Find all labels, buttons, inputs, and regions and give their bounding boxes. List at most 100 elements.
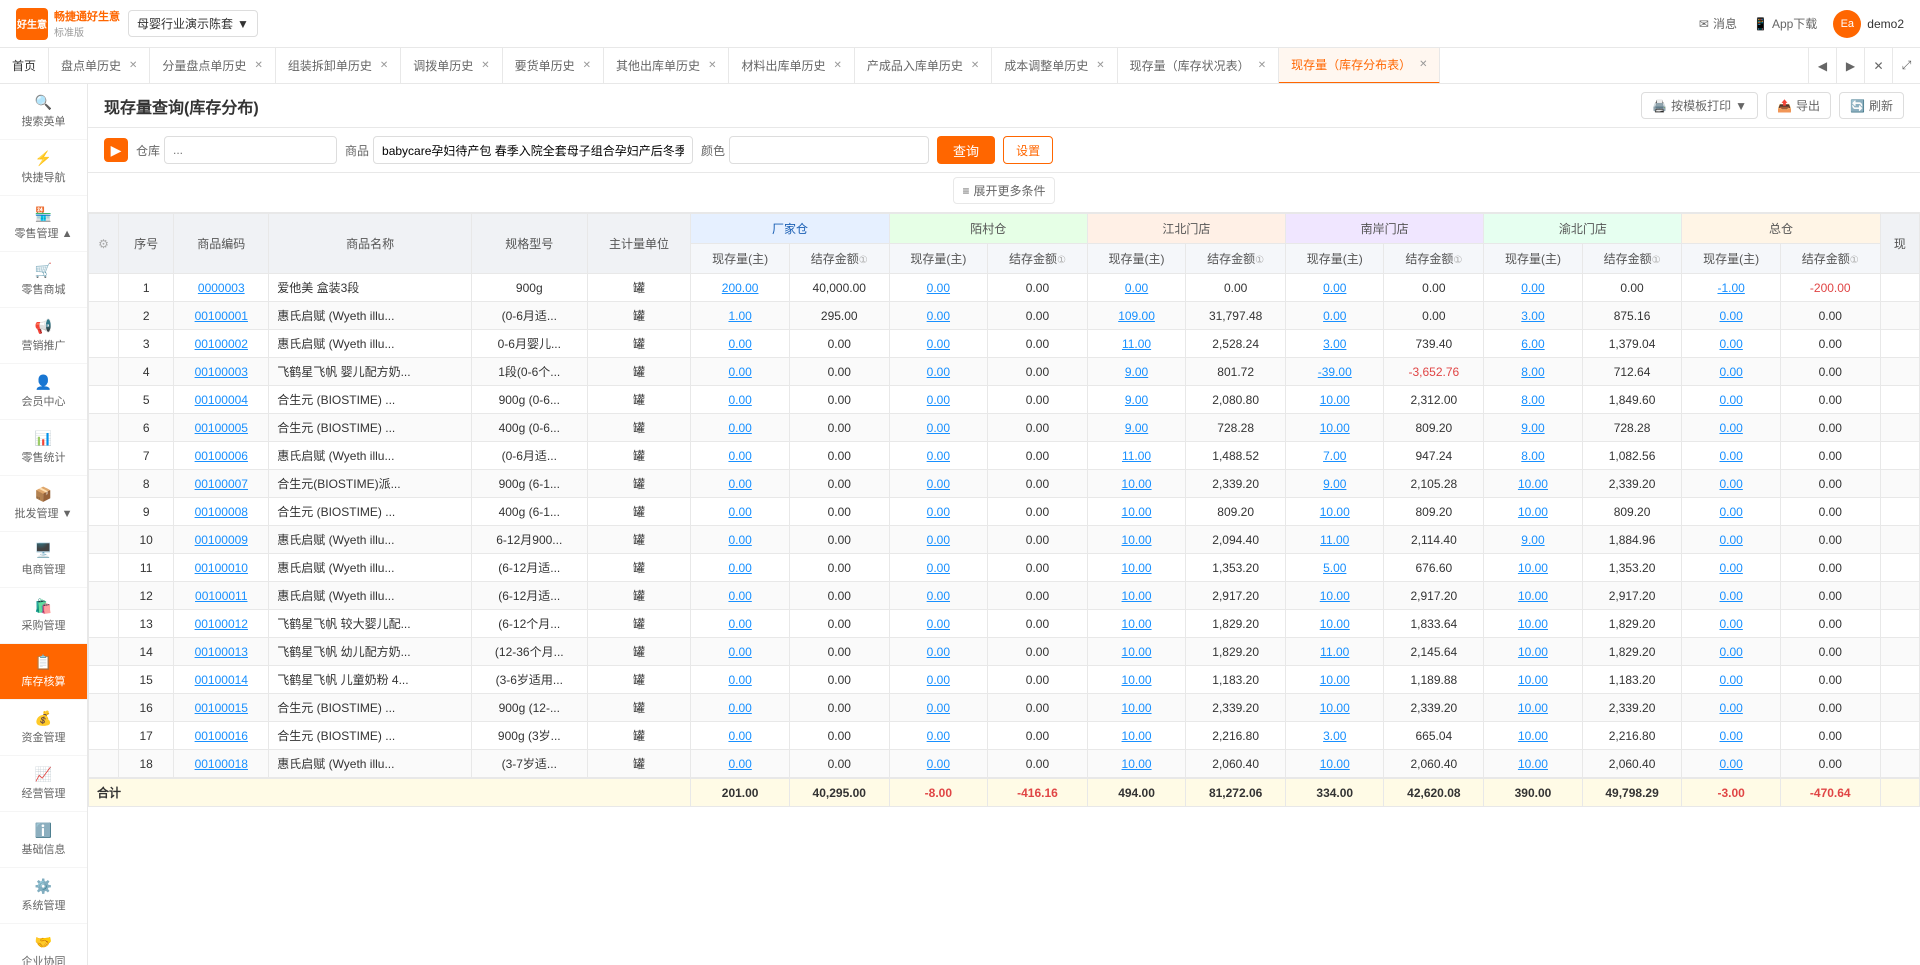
row-mocun-qty[interactable]: 0.00 xyxy=(889,414,987,442)
row-code[interactable]: 00100015 xyxy=(174,694,269,722)
filter-toggle-btn[interactable]: ▶ xyxy=(104,138,128,162)
row-factory-qty[interactable]: 0.00 xyxy=(691,442,789,470)
row-total-qty[interactable]: 0.00 xyxy=(1682,666,1780,694)
row-nanan-qty[interactable]: 3.00 xyxy=(1286,722,1384,750)
close-icon[interactable]: ✕ xyxy=(380,60,388,71)
row-mocun-qty[interactable]: 0.00 xyxy=(889,750,987,779)
close-icon[interactable]: ✕ xyxy=(708,60,716,71)
row-jiangbei-qty[interactable]: 10.00 xyxy=(1087,526,1185,554)
nav-expand-btn[interactable]: ⤢ xyxy=(1892,48,1920,84)
row-total-qty[interactable]: 0.00 xyxy=(1682,582,1780,610)
sidebar-item-wholesale[interactable]: 📦 批发管理 ▼ xyxy=(0,476,87,532)
sidebar-item-retail-stats[interactable]: 📊 零售统计 xyxy=(0,420,87,476)
tab-other-out[interactable]: 其他出库单历史 ✕ xyxy=(604,48,729,84)
row-nanan-qty[interactable]: 5.00 xyxy=(1286,554,1384,582)
sidebar-item-ecom[interactable]: 🖥️ 电商管理 xyxy=(0,532,87,588)
close-icon[interactable]: ✕ xyxy=(833,60,841,71)
row-jiangbei-qty[interactable]: 10.00 xyxy=(1087,554,1185,582)
sidebar-item-biz[interactable]: 📈 经营管理 xyxy=(0,756,87,812)
row-factory-qty[interactable]: 0.00 xyxy=(691,694,789,722)
row-mocun-qty[interactable]: 0.00 xyxy=(889,582,987,610)
row-factory-qty[interactable]: 200.00 xyxy=(691,274,789,302)
settings-btn[interactable]: 设置 xyxy=(1003,136,1053,164)
row-yubei-qty[interactable]: 10.00 xyxy=(1484,554,1582,582)
row-code[interactable]: 0000003 xyxy=(174,274,269,302)
row-factory-qty[interactable]: 0.00 xyxy=(691,498,789,526)
message-btn[interactable]: ✉ 消息 xyxy=(1699,15,1737,32)
row-nanan-qty[interactable]: 10.00 xyxy=(1286,414,1384,442)
row-mocun-qty[interactable]: 0.00 xyxy=(889,358,987,386)
row-total-qty[interactable]: 0.00 xyxy=(1682,610,1780,638)
row-nanan-qty[interactable]: 10.00 xyxy=(1286,498,1384,526)
export-btn[interactable]: 📤 导出 xyxy=(1766,92,1831,119)
row-nanan-qty[interactable]: 10.00 xyxy=(1286,694,1384,722)
tab-requisition[interactable]: 要货单历史 ✕ xyxy=(503,48,604,84)
row-factory-qty[interactable]: 0.00 xyxy=(691,666,789,694)
row-jiangbei-qty[interactable]: 9.00 xyxy=(1087,414,1185,442)
row-factory-qty[interactable]: 0.00 xyxy=(691,526,789,554)
row-yubei-qty[interactable]: 6.00 xyxy=(1484,330,1582,358)
row-total-qty[interactable]: 0.00 xyxy=(1682,442,1780,470)
row-code[interactable]: 00100014 xyxy=(174,666,269,694)
row-total-qty[interactable]: 0.00 xyxy=(1682,694,1780,722)
row-jiangbei-qty[interactable]: 10.00 xyxy=(1087,610,1185,638)
row-mocun-qty[interactable]: 0.00 xyxy=(889,526,987,554)
close-icon[interactable]: ✕ xyxy=(1258,60,1266,71)
row-jiangbei-qty[interactable]: 9.00 xyxy=(1087,358,1185,386)
sidebar-item-collab[interactable]: 🤝 企业协同 xyxy=(0,924,87,965)
row-code[interactable]: 00100011 xyxy=(174,582,269,610)
close-icon[interactable]: ✕ xyxy=(129,60,137,71)
sidebar-item-inventory[interactable]: 📋 库存核算 xyxy=(0,644,87,700)
close-icon[interactable]: ✕ xyxy=(254,60,262,71)
row-nanan-qty[interactable]: 9.00 xyxy=(1286,470,1384,498)
row-mocun-qty[interactable]: 0.00 xyxy=(889,470,987,498)
row-nanan-qty[interactable]: 10.00 xyxy=(1286,666,1384,694)
query-btn[interactable]: 查询 xyxy=(937,136,995,164)
refresh-btn[interactable]: 🔄 刷新 xyxy=(1839,92,1904,119)
row-nanan-qty[interactable]: -39.00 xyxy=(1286,358,1384,386)
row-factory-qty[interactable]: 0.00 xyxy=(691,386,789,414)
row-yubei-qty[interactable]: 8.00 xyxy=(1484,358,1582,386)
row-nanan-qty[interactable]: 11.00 xyxy=(1286,638,1384,666)
row-jiangbei-qty[interactable]: 10.00 xyxy=(1087,694,1185,722)
row-total-qty[interactable]: 0.00 xyxy=(1682,526,1780,554)
tab-cost-adjust[interactable]: 成本调整单历史 ✕ xyxy=(992,48,1117,84)
row-jiangbei-qty[interactable]: 11.00 xyxy=(1087,330,1185,358)
row-code[interactable]: 00100018 xyxy=(174,750,269,779)
row-total-qty[interactable]: 0.00 xyxy=(1682,414,1780,442)
row-yubei-qty[interactable]: 10.00 xyxy=(1484,470,1582,498)
row-jiangbei-qty[interactable]: 0.00 xyxy=(1087,274,1185,302)
warehouse-input[interactable] xyxy=(164,136,337,164)
row-jiangbei-qty[interactable]: 10.00 xyxy=(1087,666,1185,694)
row-factory-qty[interactable]: 0.00 xyxy=(691,554,789,582)
row-factory-qty[interactable]: 0.00 xyxy=(691,582,789,610)
sidebar-item-base[interactable]: ℹ️ 基础信息 xyxy=(0,812,87,868)
row-yubei-qty[interactable]: 10.00 xyxy=(1484,750,1582,779)
row-mocun-qty[interactable]: 0.00 xyxy=(889,442,987,470)
row-code[interactable]: 00100013 xyxy=(174,638,269,666)
row-factory-qty[interactable]: 0.00 xyxy=(691,722,789,750)
row-factory-qty[interactable]: 0.00 xyxy=(691,610,789,638)
tab-home[interactable]: 首页 xyxy=(0,48,49,84)
color-input[interactable] xyxy=(729,136,929,164)
row-mocun-qty[interactable]: 0.00 xyxy=(889,666,987,694)
row-mocun-qty[interactable]: 0.00 xyxy=(889,638,987,666)
sidebar-item-shortcut[interactable]: ⚡ 快捷导航 xyxy=(0,140,87,196)
row-total-qty[interactable]: 0.00 xyxy=(1682,498,1780,526)
row-code[interactable]: 00100005 xyxy=(174,414,269,442)
row-mocun-qty[interactable]: 0.00 xyxy=(889,610,987,638)
row-yubei-qty[interactable]: 10.00 xyxy=(1484,498,1582,526)
row-jiangbei-qty[interactable]: 10.00 xyxy=(1087,722,1185,750)
row-jiangbei-qty[interactable]: 11.00 xyxy=(1087,442,1185,470)
row-code[interactable]: 00100004 xyxy=(174,386,269,414)
th-setting[interactable]: ⚙ xyxy=(89,214,119,274)
row-mocun-qty[interactable]: 0.00 xyxy=(889,722,987,750)
row-nanan-qty[interactable]: 11.00 xyxy=(1286,526,1384,554)
row-factory-qty[interactable]: 0.00 xyxy=(691,358,789,386)
tab-split-inventory[interactable]: 分量盘点单历史 ✕ xyxy=(150,48,275,84)
tab-combo-disassemble[interactable]: 组装拆卸单历史 ✕ xyxy=(276,48,401,84)
row-code[interactable]: 00100016 xyxy=(174,722,269,750)
row-yubei-qty[interactable]: 9.00 xyxy=(1484,526,1582,554)
row-mocun-qty[interactable]: 0.00 xyxy=(889,274,987,302)
row-mocun-qty[interactable]: 0.00 xyxy=(889,386,987,414)
